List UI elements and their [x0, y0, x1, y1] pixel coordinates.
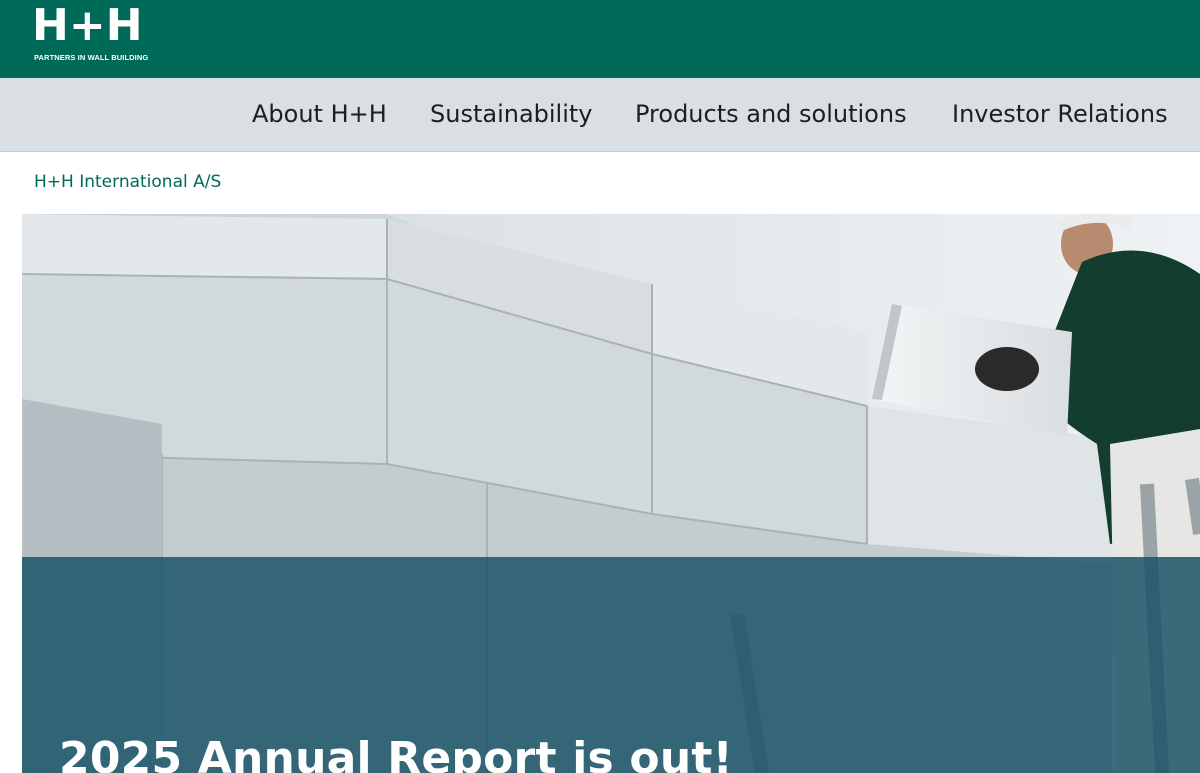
- nav-item-about[interactable]: About H+H: [252, 99, 387, 129]
- main-navigation: About H+H Sustainability Products and so…: [0, 78, 1200, 152]
- breadcrumb[interactable]: H+H International A/S: [34, 172, 221, 192]
- brand-logo[interactable]: H+H PARTNERS IN WALL BUILDING: [32, 0, 149, 63]
- logo-mark: H+H: [32, 0, 143, 51]
- nav-item-products-and-solutions[interactable]: Products and solutions: [635, 99, 907, 129]
- nav-item-investor-relations[interactable]: Investor Relations: [952, 99, 1168, 129]
- site-header: H+H PARTNERS IN WALL BUILDING: [0, 0, 1200, 78]
- nav-item-sustainability[interactable]: Sustainability: [430, 99, 593, 129]
- hero-banner[interactable]: 2025 Annual Report is out!: [22, 214, 1200, 773]
- hero-headline[interactable]: 2025 Annual Report is out!: [59, 731, 733, 773]
- logo-tagline: PARTNERS IN WALL BUILDING: [34, 53, 149, 62]
